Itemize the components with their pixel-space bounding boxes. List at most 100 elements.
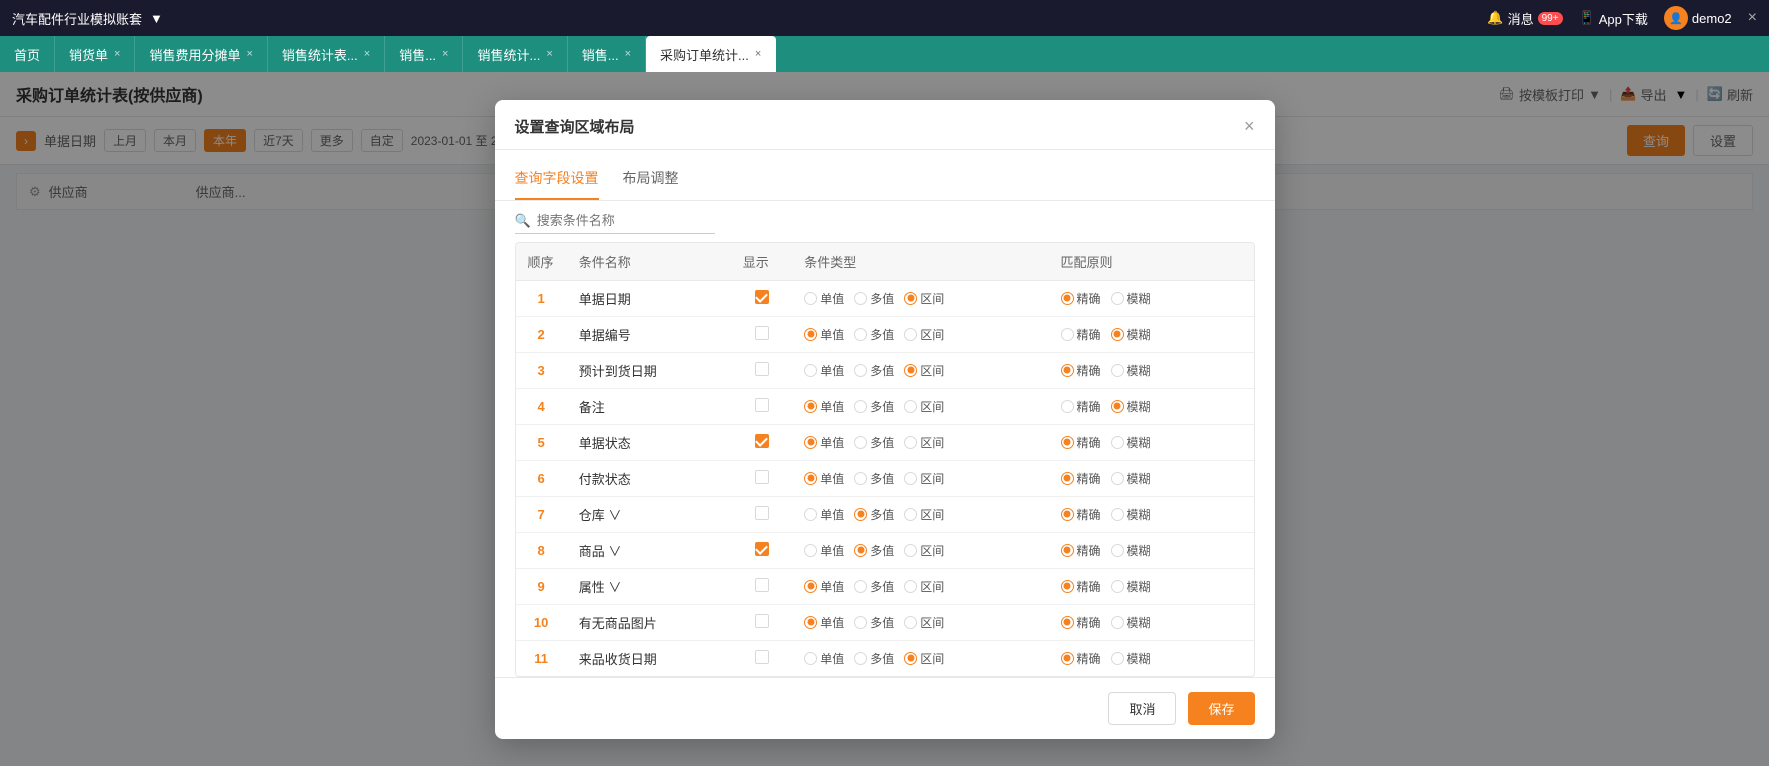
radio-match-match_exact-4[interactable]: 精确 <box>1061 398 1101 415</box>
radio-match-match_fuzzy-5[interactable]: 模糊 <box>1111 434 1151 451</box>
checkbox-show-3[interactable] <box>755 362 769 376</box>
radio-match-match_exact-2[interactable]: 精确 <box>1061 326 1101 343</box>
radio-type-type_single-11[interactable]: 单值 <box>804 650 844 667</box>
radio-match-match_fuzzy-11[interactable]: 模糊 <box>1111 650 1151 667</box>
radio-type-type_range-9[interactable]: 区间 <box>904 578 944 595</box>
tab-5-close[interactable]: × <box>546 48 552 60</box>
save-btn[interactable]: 保存 <box>1188 692 1254 725</box>
modal-close-btn[interactable]: × <box>1244 116 1255 137</box>
radio-match-match_fuzzy-3[interactable]: 模糊 <box>1111 362 1151 379</box>
radio-type-type_single-9[interactable]: 单值 <box>804 578 844 595</box>
row-show-10[interactable] <box>731 604 793 640</box>
app-dropdown-icon[interactable]: ▼ <box>150 11 163 26</box>
radio-type-type_multi-1[interactable]: 多值 <box>854 290 894 307</box>
checkbox-show-8[interactable] <box>755 542 769 556</box>
checkbox-show-9[interactable] <box>755 578 769 592</box>
row-show-8[interactable] <box>731 532 793 568</box>
radio-type-type_multi-10[interactable]: 多值 <box>854 614 894 631</box>
radio-type-type_range-11[interactable]: 区间 <box>904 650 944 667</box>
tab-layout-adjust[interactable]: 布局调整 <box>623 162 679 200</box>
radio-type-type_single-2[interactable]: 单值 <box>804 326 844 343</box>
row-show-3[interactable] <box>731 352 793 388</box>
radio-match-match_fuzzy-6[interactable]: 模糊 <box>1111 470 1151 487</box>
tab-4-close[interactable]: × <box>442 48 448 60</box>
radio-match-match_fuzzy-8[interactable]: 模糊 <box>1111 542 1151 559</box>
radio-type-type_range-6[interactable]: 区间 <box>904 470 944 487</box>
radio-type-type_single-6[interactable]: 单值 <box>804 470 844 487</box>
checkbox-show-11[interactable] <box>755 650 769 664</box>
radio-type-type_multi-7[interactable]: 多值 <box>854 506 894 523</box>
tab-query-fields[interactable]: 查询字段设置 <box>515 162 599 200</box>
tab-6[interactable]: 销售... × <box>568 36 646 72</box>
radio-type-type_single-4[interactable]: 单值 <box>804 398 844 415</box>
radio-match-match_fuzzy-2[interactable]: 模糊 <box>1111 326 1151 343</box>
radio-type-type_range-3[interactable]: 区间 <box>904 362 944 379</box>
user-avatar-btn[interactable]: 👤 demo2 <box>1664 6 1732 30</box>
tab-4[interactable]: 销售... × <box>385 36 463 72</box>
radio-type-type_multi-3[interactable]: 多值 <box>854 362 894 379</box>
checkbox-show-10[interactable] <box>755 614 769 628</box>
tab-6-close[interactable]: × <box>625 48 631 60</box>
tab-5[interactable]: 销售统计... × <box>463 36 567 72</box>
checkbox-show-5[interactable] <box>755 434 769 448</box>
radio-type-type_single-5[interactable]: 单值 <box>804 434 844 451</box>
radio-type-type_single-1[interactable]: 单值 <box>804 290 844 307</box>
radio-type-type_multi-6[interactable]: 多值 <box>854 470 894 487</box>
row-show-2[interactable] <box>731 316 793 352</box>
row-show-7[interactable] <box>731 496 793 532</box>
radio-match-match_fuzzy-1[interactable]: 模糊 <box>1111 290 1151 307</box>
radio-type-type_multi-5[interactable]: 多值 <box>854 434 894 451</box>
radio-type-type_multi-8[interactable]: 多值 <box>854 542 894 559</box>
radio-type-type_multi-11[interactable]: 多值 <box>854 650 894 667</box>
radio-match-match_fuzzy-9[interactable]: 模糊 <box>1111 578 1151 595</box>
app-download-btn[interactable]: 📱 App下载 <box>1579 9 1648 28</box>
radio-type-type_multi-2[interactable]: 多值 <box>854 326 894 343</box>
radio-type-type_range-2[interactable]: 区间 <box>904 326 944 343</box>
checkbox-show-7[interactable] <box>755 506 769 520</box>
radio-type-type_multi-4[interactable]: 多值 <box>854 398 894 415</box>
radio-type-type_single-7[interactable]: 单值 <box>804 506 844 523</box>
row-show-6[interactable] <box>731 460 793 496</box>
row-show-9[interactable] <box>731 568 793 604</box>
radio-type-type_range-1[interactable]: 区间 <box>904 290 944 307</box>
radio-type-type_range-7[interactable]: 区间 <box>904 506 944 523</box>
tab-3[interactable]: 销售统计表... × <box>268 36 385 72</box>
radio-match-match_fuzzy-4[interactable]: 模糊 <box>1111 398 1151 415</box>
radio-match-match_exact-7[interactable]: 精确 <box>1061 506 1101 523</box>
radio-match-match_exact-11[interactable]: 精确 <box>1061 650 1101 667</box>
checkbox-show-4[interactable] <box>755 398 769 412</box>
radio-match-match_exact-8[interactable]: 精确 <box>1061 542 1101 559</box>
radio-type-type_range-4[interactable]: 区间 <box>904 398 944 415</box>
tab-sales[interactable]: 销货单 × <box>55 36 135 72</box>
radio-type-type_single-10[interactable]: 单值 <box>804 614 844 631</box>
checkbox-show-1[interactable] <box>755 290 769 304</box>
radio-match-match_fuzzy-10[interactable]: 模糊 <box>1111 614 1151 631</box>
radio-match-match_exact-3[interactable]: 精确 <box>1061 362 1101 379</box>
checkbox-show-2[interactable] <box>755 326 769 340</box>
radio-match-match_exact-5[interactable]: 精确 <box>1061 434 1101 451</box>
radio-type-type_multi-9[interactable]: 多值 <box>854 578 894 595</box>
row-show-5[interactable] <box>731 424 793 460</box>
tab-purchase[interactable]: 采购订单统计... × <box>646 36 776 72</box>
tab-sales-split[interactable]: 销售费用分摊单 × <box>135 36 267 72</box>
notifications-btn[interactable]: 🔔 消息 99+ <box>1487 9 1562 28</box>
radio-type-type_range-8[interactable]: 区间 <box>904 542 944 559</box>
radio-type-type_range-5[interactable]: 区间 <box>904 434 944 451</box>
tab-purchase-close[interactable]: × <box>755 48 761 60</box>
cancel-btn[interactable]: 取消 <box>1108 692 1176 725</box>
radio-match-match_exact-6[interactable]: 精确 <box>1061 470 1101 487</box>
row-show-4[interactable] <box>731 388 793 424</box>
tab-home[interactable]: 首页 <box>0 36 55 72</box>
row-show-11[interactable] <box>731 640 793 676</box>
radio-match-match_exact-10[interactable]: 精确 <box>1061 614 1101 631</box>
radio-type-type_single-3[interactable]: 单值 <box>804 362 844 379</box>
tab-sales-split-close[interactable]: × <box>246 48 252 60</box>
radio-match-match_exact-1[interactable]: 精确 <box>1061 290 1101 307</box>
row-show-1[interactable] <box>731 280 793 316</box>
radio-type-type_range-10[interactable]: 区间 <box>904 614 944 631</box>
radio-match-match_exact-9[interactable]: 精确 <box>1061 578 1101 595</box>
radio-match-match_fuzzy-7[interactable]: 模糊 <box>1111 506 1151 523</box>
close-window-btn[interactable]: × <box>1748 9 1757 27</box>
tab-3-close[interactable]: × <box>364 48 370 60</box>
radio-type-type_single-8[interactable]: 单值 <box>804 542 844 559</box>
